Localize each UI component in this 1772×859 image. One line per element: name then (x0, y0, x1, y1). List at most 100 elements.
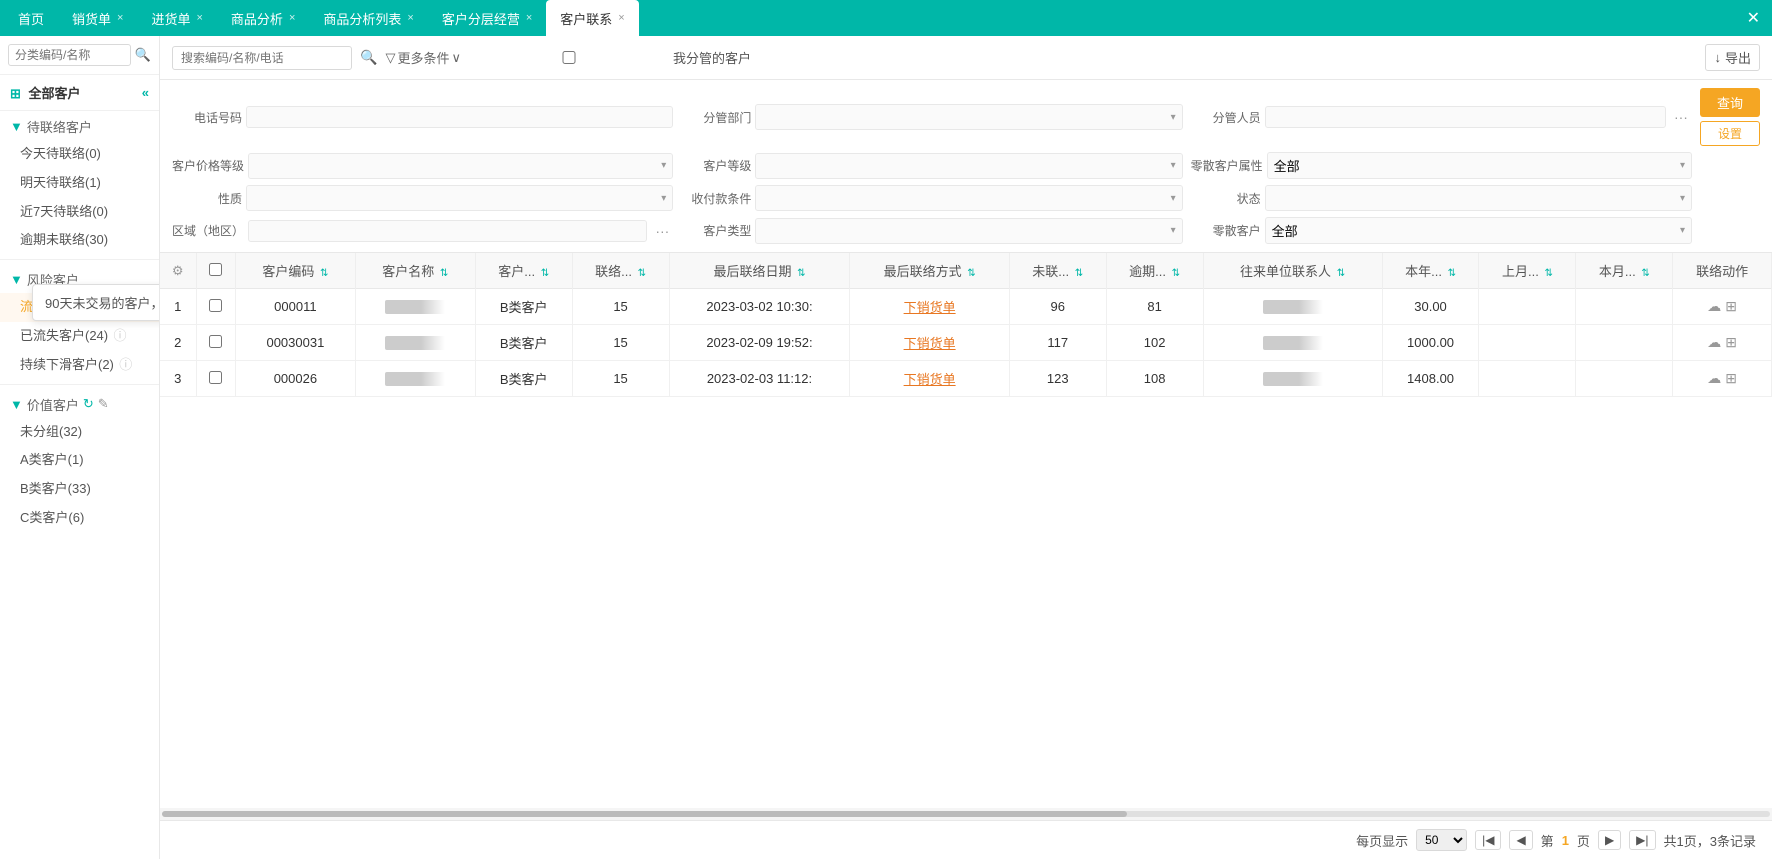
sidebar-item-today-pending[interactable]: 今天待联络(0) (0, 140, 159, 169)
col-contact-person[interactable]: 往来单位联系人 ⇅ (1203, 253, 1382, 289)
tab-home[interactable]: 首页 (4, 0, 58, 36)
close-all-tabs[interactable]: ✕ (1739, 8, 1768, 28)
sidebar-group-value[interactable]: ▼ 价值客户 ↻ ✎ (0, 389, 159, 418)
col-last-method[interactable]: 最后联络方式 ⇅ (850, 253, 1009, 289)
filter-manager-input[interactable] (1265, 106, 1666, 128)
filter-scattered-attr: 零散客户属性 全部 ▾ (1191, 152, 1692, 179)
first-page-button[interactable]: |◀ (1475, 830, 1501, 850)
current-page: 1 (1562, 833, 1569, 848)
close-tab-customer-contact[interactable]: × (618, 12, 624, 24)
filter-region-more[interactable]: ··· (651, 223, 673, 239)
row-last-method-2[interactable]: 下销货单 (850, 361, 1009, 397)
close-tab-product-analysis-list[interactable]: × (407, 12, 413, 24)
filter-scattered-select[interactable]: 全部 ▾ (1265, 217, 1692, 244)
sidebar-item-class-c[interactable]: C类客户(6) (0, 504, 159, 533)
search-input[interactable] (172, 46, 352, 70)
filter-region-input[interactable] (248, 220, 647, 242)
tab-purchase-order[interactable]: 进货单 × (137, 0, 216, 36)
next-page-button[interactable]: ▶ (1598, 830, 1621, 850)
col-name[interactable]: 客户名称 ⇅ (355, 253, 475, 289)
filter-customer-type-select[interactable]: ▾ (755, 218, 1182, 244)
query-button[interactable]: 查询 (1700, 88, 1760, 117)
sidebar-item-class-b[interactable]: B类客户(33) (0, 475, 159, 504)
col-last-month[interactable]: 上月... ⇅ (1479, 253, 1576, 289)
sidebar-all-customers[interactable]: ⊞ 全部客户 « (0, 75, 159, 111)
per-page-select[interactable]: 50 100 200 (1416, 829, 1467, 851)
filter-dept-select[interactable]: ▾ (755, 104, 1182, 130)
scroll-thumb[interactable] (162, 811, 1127, 817)
search-button[interactable]: 🔍 (360, 49, 377, 66)
sidebar-item-7day-pending[interactable]: 近7天待联络(0) (0, 198, 159, 227)
filter-payment-select[interactable]: ▾ (755, 185, 1182, 211)
sidebar-item-tomorrow-pending[interactable]: 明天待联络(1) (0, 169, 159, 198)
row-last-method-1[interactable]: 下销货单 (850, 325, 1009, 361)
filter-nature-select[interactable]: ▾ (246, 185, 673, 211)
filter-customer-level-select[interactable]: ▾ (755, 153, 1182, 179)
filter-manager-more[interactable]: ··· (1670, 109, 1692, 125)
filter-scattered: 零散客户 全部 ▾ (1191, 217, 1692, 244)
more-action-icon-1[interactable]: ⊞ (1725, 334, 1737, 351)
col-type[interactable]: 客户... ⇅ (475, 253, 572, 289)
sidebar-item-overdue-uncontacted[interactable]: 逾期未联络(30) (0, 226, 159, 255)
col-last-date[interactable]: 最后联络日期 ⇅ (669, 253, 850, 289)
tab-product-analysis-list[interactable]: 商品分析列表 × (309, 0, 427, 36)
tab-sales-order[interactable]: 销货单 × (58, 0, 137, 36)
edit-icon[interactable]: ✎ (98, 396, 109, 412)
close-tab-sales-order[interactable]: × (117, 12, 123, 24)
more-conditions-button[interactable]: ▽ 更多条件 ∨ (385, 48, 461, 67)
tab-product-analysis[interactable]: 商品分析 × (217, 0, 309, 36)
more-action-icon-0[interactable]: ⊞ (1725, 298, 1737, 315)
col-overdue[interactable]: 逾期... ⇅ (1106, 253, 1203, 289)
col-contact-count[interactable]: 联络... ⇅ (572, 253, 669, 289)
settings-button[interactable]: 设置 (1700, 121, 1760, 146)
close-tab-customer-segmentation[interactable]: × (526, 12, 532, 24)
sidebar-item-declining[interactable]: 持续下滑客户(2) ⓘ (0, 351, 159, 380)
contact-action-icon-2[interactable]: ☁ (1707, 370, 1721, 387)
row-checkbox-1[interactable] (196, 325, 235, 361)
col-current-month[interactable]: 本月... ⇅ (1576, 253, 1673, 289)
sidebar-item-churned[interactable]: 已流失客户(24) ⓘ (0, 322, 159, 351)
contact-action-icon-1[interactable]: ☁ (1707, 334, 1721, 351)
prev-page-button[interactable]: ◀ (1509, 830, 1532, 850)
select-arrow-icon-6: ▾ (1171, 193, 1176, 204)
sort-overdue-icon: ⇅ (1172, 268, 1180, 279)
col-code[interactable]: 客户编码 ⇅ (235, 253, 355, 289)
filter-nature-label: 性质 (172, 190, 242, 207)
filter-status-select[interactable]: ▾ (1265, 185, 1692, 211)
refresh-icon[interactable]: ↻ (83, 396, 94, 412)
select-arrow-icon-3: ▾ (1171, 160, 1176, 171)
last-page-button[interactable]: ▶| (1629, 830, 1655, 850)
close-tab-purchase-order[interactable]: × (196, 12, 202, 24)
horizontal-scrollbar[interactable] (160, 808, 1772, 820)
sidebar-search-input[interactable] (8, 44, 131, 66)
col-gear[interactable]: ⚙ (160, 253, 196, 289)
col-checkbox[interactable] (196, 253, 235, 289)
column-settings-icon[interactable]: ⚙ (172, 263, 184, 278)
filter-phone-label: 电话号码 (172, 109, 242, 126)
close-tab-product-analysis[interactable]: × (289, 12, 295, 24)
sidebar-item-unclassified[interactable]: 未分组(32) (0, 418, 159, 447)
my-customers-checkbox[interactable] (469, 51, 669, 64)
tab-customer-segmentation[interactable]: 客户分层经营 × (428, 0, 546, 36)
sidebar-item-class-a[interactable]: A类客户(1) (0, 446, 159, 475)
filter-price-level-select[interactable]: ▾ (248, 153, 673, 179)
col-uncontact[interactable]: 未联... ⇅ (1009, 253, 1106, 289)
row-last-method-0[interactable]: 下销货单 (850, 289, 1009, 325)
filter-phone-input[interactable] (246, 106, 673, 128)
contact-action-icon-0[interactable]: ☁ (1707, 298, 1721, 315)
filter-scattered-label: 零散客户 (1191, 222, 1261, 239)
col-current-year[interactable]: 本年... ⇅ (1382, 253, 1479, 289)
tab-customer-contact[interactable]: 客户联系 × (546, 0, 638, 36)
export-button[interactable]: ↓ 导出 (1705, 44, 1760, 71)
row-checkbox-2[interactable] (196, 361, 235, 397)
sidebar-group-pending[interactable]: ▼ 待联络客户 (0, 111, 159, 140)
filter-scattered-attr-select[interactable]: 全部 ▾ (1267, 152, 1692, 179)
my-customers-checkbox-label[interactable]: 我分管的客户 (469, 48, 751, 67)
row-checkbox-0[interactable] (196, 289, 235, 325)
sidebar-search-icon[interactable]: 🔍 (135, 47, 151, 63)
select-all-checkbox[interactable] (209, 263, 222, 276)
more-action-icon-2[interactable]: ⊞ (1725, 370, 1737, 387)
divider-1 (0, 259, 159, 260)
collapse-icon[interactable]: « (142, 85, 149, 100)
row-current-month-0 (1576, 289, 1673, 325)
